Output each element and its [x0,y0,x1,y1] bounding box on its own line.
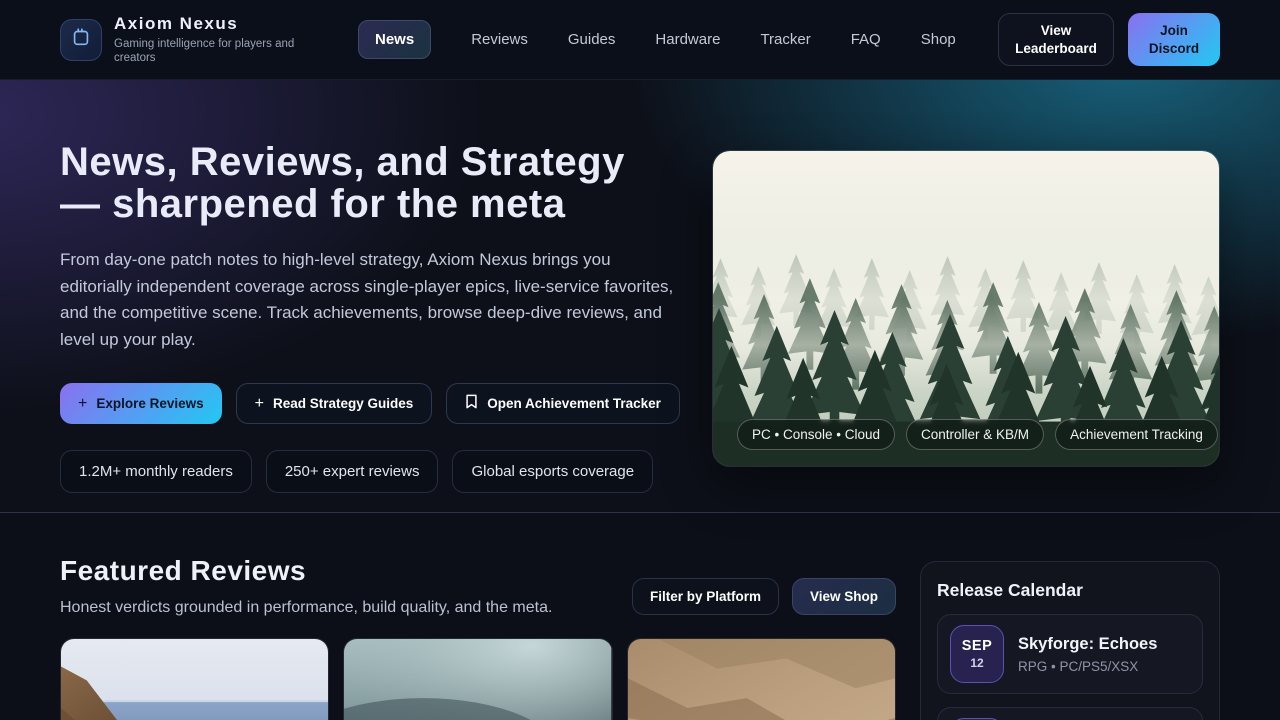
hero-section: News, Reviews, and Strategy — sharpened … [0,80,1280,513]
release-calendar-panel: Release Calendar SEP 12 Skyforge: Echoes… [920,561,1220,720]
release-calendar-title: Release Calendar [937,580,1083,600]
date-day: 12 [970,656,984,670]
nav-item-tracker[interactable]: Tracker [760,21,810,58]
join-discord-button[interactable]: Join Discord [1128,12,1220,67]
plus-icon: + [254,394,264,412]
hero-image-foggy-forest: PC • Console • Cloud Controller & KB/M A… [712,150,1220,467]
brand-logo[interactable] [60,18,102,61]
calendar-item-title: Skyforge: Echoes [1018,634,1158,653]
calendar-item-text: Skyforge: Echoes RPG • PC/PS5/XSX [1018,635,1157,674]
badge-platforms: PC • Console • Cloud [737,419,896,450]
hero-stats: 1.2M+ monthly readers 250+ expert review… [60,450,690,494]
review-card-storm-image[interactable] [343,638,613,720]
hero-title: News, Reviews, and Strategy — sharpened … [60,140,690,226]
main-nav: News Reviews Guides Hardware Tracker FAQ… [358,20,956,59]
nav-item-reviews[interactable]: Reviews [471,21,528,58]
hero-image-badges: PC • Console • Cloud Controller & KB/M A… [737,419,1218,450]
featured-head: Featured Reviews Honest verdicts grounde… [60,555,896,617]
bookmark-icon [465,394,478,413]
brand-text: Axiom Nexus Gaming intelligence for play… [114,14,328,66]
read-guides-button[interactable]: + Read Strategy Guides [235,383,433,425]
featured-heading-block: Featured Reviews Honest verdicts grounde… [60,555,552,617]
view-shop-button[interactable]: View Shop [791,578,896,615]
hero-title-line1: News, Reviews, and Strategy [60,140,625,184]
nav-item-faq[interactable]: FAQ [851,21,881,58]
hero-title-line2: — sharpened for the meta [60,181,566,226]
brand-title: Axiom Nexus [114,13,239,33]
nav-item-guides[interactable]: Guides [568,21,616,58]
review-cards-row [60,638,896,720]
featured-title: Featured Reviews [60,555,307,586]
featured-reviews-section: Featured Reviews Honest verdicts grounde… [60,555,896,720]
hero-cta-row: + Explore Reviews + Read Strategy Guides… [60,383,690,425]
explore-reviews-button[interactable]: + Explore Reviews [60,383,222,425]
nav-item-shop[interactable]: Shop [921,21,956,58]
filter-platform-button[interactable]: Filter by Platform [631,578,779,615]
gamepad-icon [70,26,92,53]
badge-input: Controller & KB/M [906,419,1045,450]
stat-esports: Global esports coverage [452,450,654,494]
view-leaderboard-button[interactable]: View Leaderboard [998,12,1114,67]
plus-icon: + [78,394,88,412]
nav-item-news[interactable]: News [358,20,432,59]
featured-subtitle: Honest verdicts grounded in performance,… [60,599,553,616]
explore-reviews-label: Explore Reviews [96,396,204,412]
lower-section: Featured Reviews Honest verdicts grounde… [0,513,1280,720]
stat-reviews: 250+ expert reviews [265,450,439,494]
read-guides-label: Read Strategy Guides [273,396,414,412]
featured-actions: Filter by Platform View Shop [631,578,896,615]
calendar-item-orbit-racers[interactable]: SEP Orbit Racers 2 [937,707,1203,720]
calendar-item-skyforge[interactable]: SEP 12 Skyforge: Echoes RPG • PC/PS5/XSX [937,614,1203,694]
badge-tracking: Achievement Tracking [1055,419,1218,450]
open-tracker-label: Open Achievement Tracker [487,396,661,412]
header-actions: View Leaderboard Join Discord [998,12,1220,67]
stat-readers: 1.2M+ monthly readers [60,450,252,494]
open-tracker-button[interactable]: Open Achievement Tracker [446,383,680,425]
review-card-desert-image[interactable] [626,638,896,720]
calendar-item-meta: RPG • PC/PS5/XSX [1018,658,1139,674]
date-badge: SEP 12 [950,625,1004,683]
brand-tagline: Gaming intelligence for players and crea… [114,37,295,64]
nav-item-hardware[interactable]: Hardware [655,21,720,58]
hero-description: From day-one patch notes to high-level s… [60,250,674,349]
review-card-coast-image[interactable] [60,638,330,720]
hero-copy: News, Reviews, and Strategy — sharpened … [60,140,690,494]
header: Axiom Nexus Gaming intelligence for play… [0,0,1280,80]
date-month: SEP [961,638,993,654]
